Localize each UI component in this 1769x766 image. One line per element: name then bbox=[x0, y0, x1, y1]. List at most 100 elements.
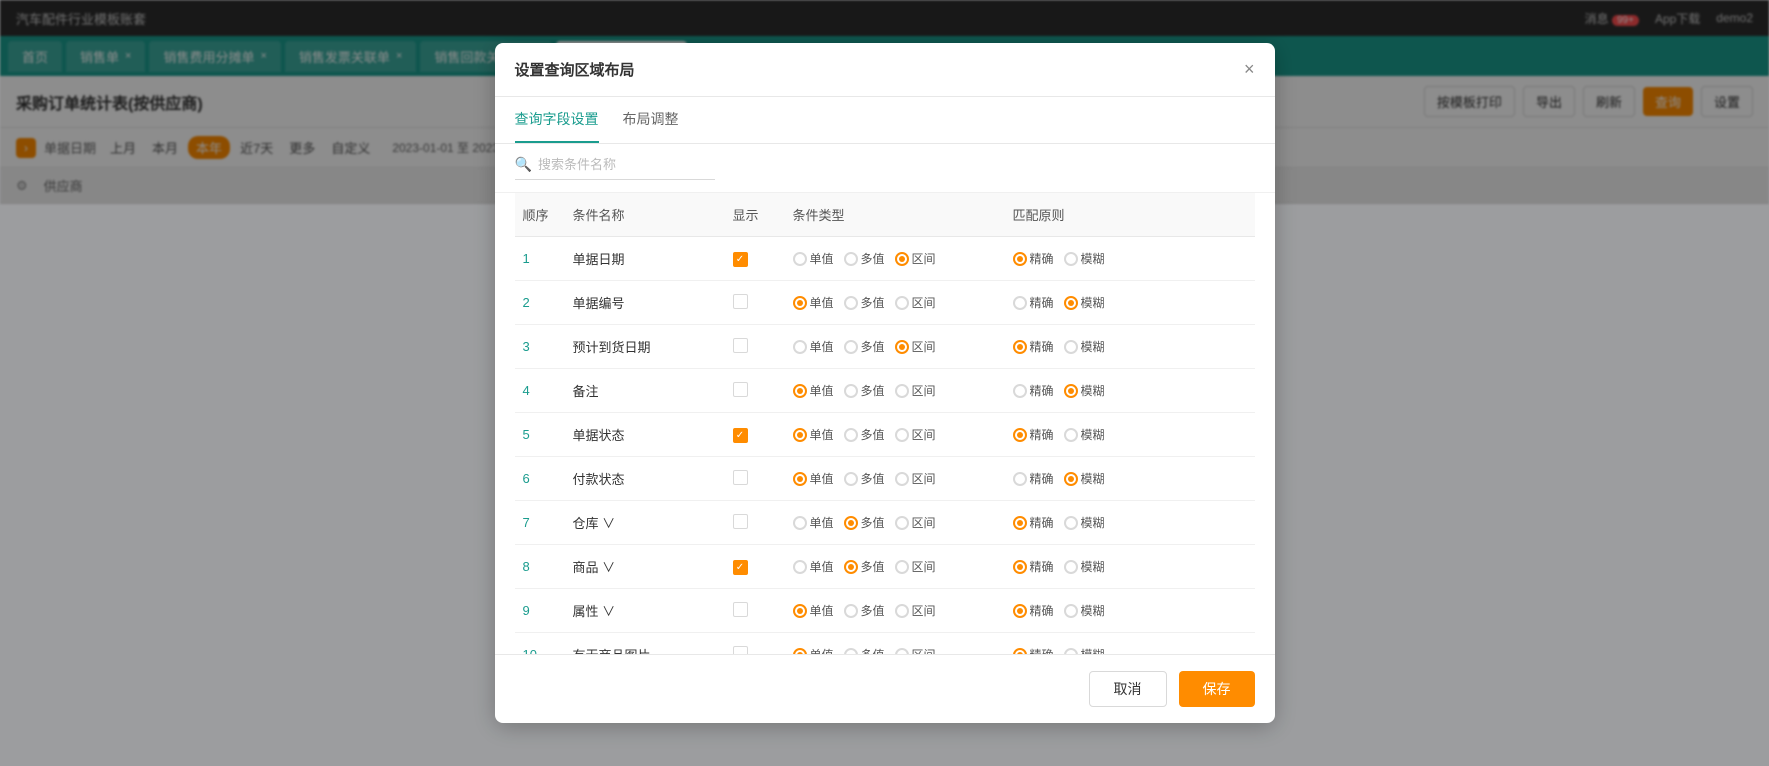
match-radio-item[interactable]: 模糊 bbox=[1064, 558, 1105, 575]
match-radio-item[interactable]: 精确 bbox=[1013, 250, 1054, 267]
radio-label: 单值 bbox=[810, 602, 834, 619]
match-radio-item[interactable]: 精确 bbox=[1013, 646, 1054, 654]
type-radio-item[interactable]: 单值 bbox=[793, 602, 834, 619]
type-radio-item[interactable]: 区间 bbox=[895, 602, 936, 619]
match-radio-item[interactable]: 精确 bbox=[1013, 426, 1054, 443]
type-radio-item[interactable]: 多值 bbox=[844, 338, 885, 355]
match-radio-item[interactable]: 模糊 bbox=[1064, 602, 1105, 619]
tab-layout-adjust[interactable]: 布局调整 bbox=[623, 97, 679, 143]
row-match: 精确模糊 bbox=[1005, 598, 1185, 623]
row-order: 4 bbox=[515, 379, 565, 402]
display-checkbox[interactable] bbox=[733, 338, 748, 353]
row-display[interactable]: ✓ bbox=[725, 554, 785, 579]
row-display[interactable] bbox=[725, 598, 785, 624]
radio-label: 多值 bbox=[861, 426, 885, 443]
radio-label: 模糊 bbox=[1081, 382, 1105, 399]
row-display[interactable] bbox=[725, 642, 785, 655]
type-radio-item[interactable]: 单值 bbox=[793, 470, 834, 487]
radio-indicator bbox=[895, 252, 909, 266]
row-display[interactable] bbox=[725, 334, 785, 360]
type-radio-item[interactable]: 多值 bbox=[844, 602, 885, 619]
match-radio-item[interactable]: 模糊 bbox=[1064, 470, 1105, 487]
display-checkbox[interactable] bbox=[733, 470, 748, 485]
match-radio-item[interactable]: 模糊 bbox=[1064, 382, 1105, 399]
type-radio-item[interactable]: 多值 bbox=[844, 470, 885, 487]
radio-indicator bbox=[793, 340, 807, 354]
match-radio-item[interactable]: 精确 bbox=[1013, 602, 1054, 619]
type-radio-item[interactable]: 单值 bbox=[793, 382, 834, 399]
radio-indicator bbox=[1064, 252, 1078, 266]
row-type: 单值多值区间 bbox=[785, 510, 1005, 535]
type-radio-item[interactable]: 区间 bbox=[895, 514, 936, 531]
type-radio-item[interactable]: 单值 bbox=[793, 294, 834, 311]
modal-table-header: 顺序 条件名称 显示 条件类型 匹配原则 bbox=[515, 193, 1255, 237]
match-radio-item[interactable]: 模糊 bbox=[1064, 338, 1105, 355]
radio-indicator bbox=[895, 516, 909, 530]
save-button[interactable]: 保存 bbox=[1179, 671, 1255, 707]
th-display: 显示 bbox=[725, 201, 785, 228]
display-checkbox[interactable] bbox=[733, 382, 748, 397]
match-radio-item[interactable]: 精确 bbox=[1013, 470, 1054, 487]
match-radio-item[interactable]: 模糊 bbox=[1064, 426, 1105, 443]
row-display[interactable] bbox=[725, 378, 785, 404]
row-display[interactable]: ✓ bbox=[725, 422, 785, 447]
display-checkbox[interactable]: ✓ bbox=[733, 252, 748, 267]
cancel-button[interactable]: 取消 bbox=[1089, 671, 1167, 707]
tab-query-fields[interactable]: 查询字段设置 bbox=[515, 97, 599, 143]
row-display[interactable] bbox=[725, 290, 785, 316]
type-radio-item[interactable]: 多值 bbox=[844, 646, 885, 654]
match-radio-item[interactable]: 模糊 bbox=[1064, 250, 1105, 267]
type-radio-item[interactable]: 区间 bbox=[895, 338, 936, 355]
type-radio-item[interactable]: 区间 bbox=[895, 470, 936, 487]
radio-indicator bbox=[844, 472, 858, 486]
type-radio-item[interactable]: 单值 bbox=[793, 558, 834, 575]
type-radio-item[interactable]: 单值 bbox=[793, 338, 834, 355]
type-radio-item[interactable]: 多值 bbox=[844, 250, 885, 267]
type-radio-item[interactable]: 区间 bbox=[895, 558, 936, 575]
modal-close-button[interactable]: × bbox=[1244, 59, 1255, 80]
type-radio-item[interactable]: 区间 bbox=[895, 250, 936, 267]
row-order: 6 bbox=[515, 467, 565, 490]
row-order: 2 bbox=[515, 291, 565, 314]
radio-indicator bbox=[1064, 340, 1078, 354]
match-radio-item[interactable]: 模糊 bbox=[1064, 646, 1105, 654]
match-radio-item[interactable]: 精确 bbox=[1013, 558, 1054, 575]
type-radio-item[interactable]: 单值 bbox=[793, 250, 834, 267]
type-radio-item[interactable]: 区间 bbox=[895, 382, 936, 399]
type-radio-item[interactable]: 多值 bbox=[844, 382, 885, 399]
row-display[interactable] bbox=[725, 466, 785, 492]
type-radio-item[interactable]: 单值 bbox=[793, 426, 834, 443]
type-radio-item[interactable]: 多值 bbox=[844, 514, 885, 531]
type-radio-item[interactable]: 多值 bbox=[844, 558, 885, 575]
match-radio-item[interactable]: 精确 bbox=[1013, 382, 1054, 399]
match-radio-item[interactable]: 精确 bbox=[1013, 338, 1054, 355]
radio-label: 精确 bbox=[1030, 602, 1054, 619]
match-radio-item[interactable]: 模糊 bbox=[1064, 294, 1105, 311]
radio-label: 精确 bbox=[1030, 558, 1054, 575]
display-checkbox[interactable]: ✓ bbox=[733, 560, 748, 575]
display-checkbox[interactable] bbox=[733, 646, 748, 655]
row-match: 精确 模糊 bbox=[1005, 642, 1185, 654]
radio-label: 多值 bbox=[861, 382, 885, 399]
type-radio-item[interactable]: 区间 bbox=[895, 426, 936, 443]
display-checkbox[interactable] bbox=[733, 294, 748, 309]
display-checkbox[interactable]: ✓ bbox=[733, 428, 748, 443]
match-radio-item[interactable]: 精确 bbox=[1013, 514, 1054, 531]
row-display[interactable] bbox=[725, 510, 785, 536]
type-radio-item[interactable]: 多值 bbox=[844, 426, 885, 443]
modal-title: 设置查询区域布局 bbox=[515, 59, 635, 80]
type-radio-item[interactable]: 单值 bbox=[793, 514, 834, 531]
radio-indicator bbox=[793, 384, 807, 398]
match-radio-item[interactable]: 模糊 bbox=[1064, 514, 1105, 531]
type-radio-item[interactable]: 区间 bbox=[895, 294, 936, 311]
radio-indicator bbox=[1064, 516, 1078, 530]
row-name: 预计到货日期 bbox=[565, 333, 725, 360]
display-checkbox[interactable] bbox=[733, 514, 748, 529]
match-radio-item[interactable]: 精确 bbox=[1013, 294, 1054, 311]
row-display[interactable]: ✓ bbox=[725, 246, 785, 271]
display-checkbox[interactable] bbox=[733, 602, 748, 617]
type-radio-item[interactable]: 区间 bbox=[895, 646, 936, 654]
type-radio-item[interactable]: 多值 bbox=[844, 294, 885, 311]
type-radio-item[interactable]: 单值 bbox=[793, 646, 834, 654]
search-input[interactable] bbox=[538, 157, 698, 172]
